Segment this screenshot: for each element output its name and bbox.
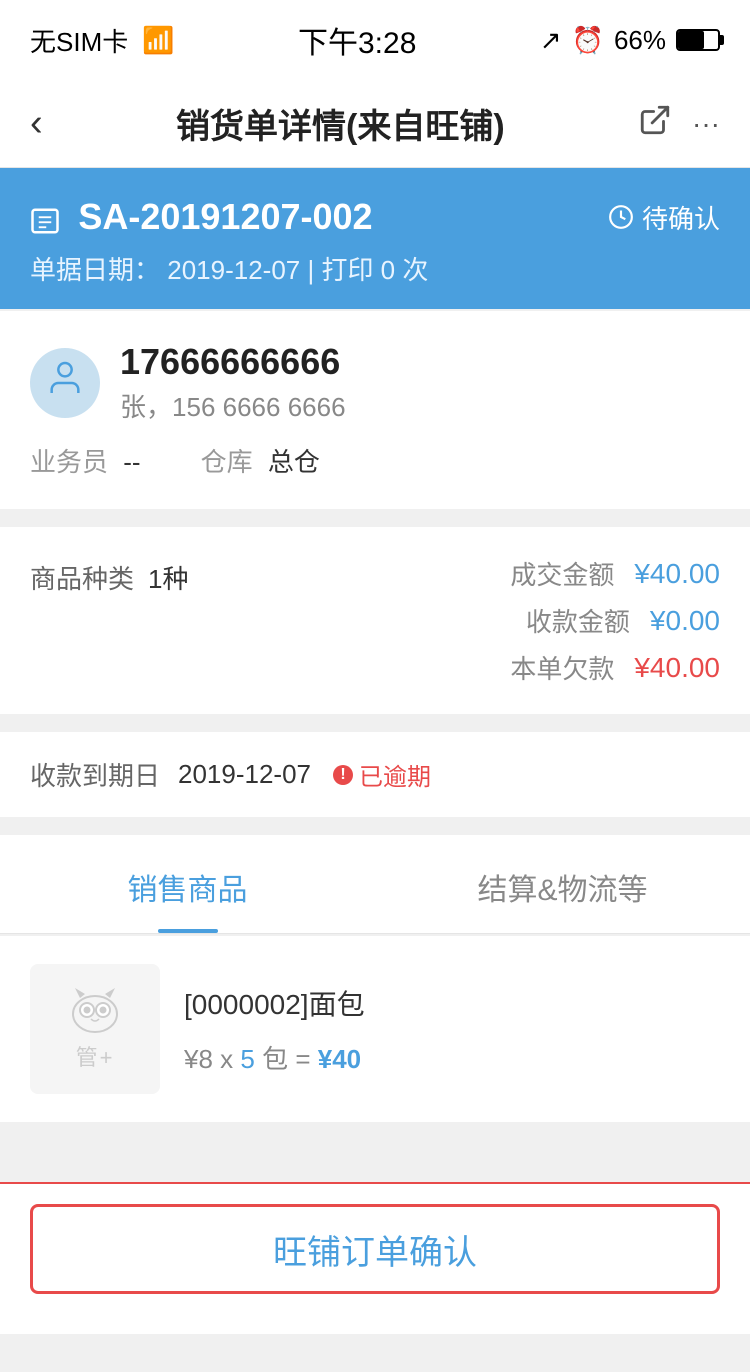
status-left: 无SIM卡 📶 — [30, 22, 175, 59]
battery-icon — [676, 29, 720, 51]
received-row: 收款金额 ¥0.00 — [526, 602, 720, 639]
customer-section: 17666666666 张，156 6666 6666 业务员 -- 仓库 总仓 — [0, 311, 750, 509]
header-card: SA-20191207-002 待确认 单据日期： 2019-12-07 | 打… — [0, 168, 750, 309]
carrier-label: 无SIM卡 — [30, 22, 128, 59]
order-number: SA-20191207-002 — [30, 196, 373, 238]
back-button[interactable]: ‹ — [30, 102, 43, 145]
customer-name-block: 17666666666 张，156 6666 6666 — [120, 341, 346, 424]
tab-underline — [158, 929, 218, 933]
product-thumb-inner: 管+ — [65, 986, 125, 1072]
order-date: 单据日期： 2019-12-07 | 打印 0 次 — [30, 250, 720, 287]
nav-actions: ··· — [638, 103, 720, 145]
bottom-bar: 旺铺订单确认 — [0, 1182, 750, 1334]
nav-bar: ‹ 销货单详情(来自旺铺) ··· — [0, 80, 750, 168]
product-section: 管+ [0000002]面包 ¥8 x 5 包 = ¥40 — [0, 936, 750, 1122]
wifi-icon: 📶 — [142, 25, 174, 56]
overdue-badge: ! 已逾期 — [333, 757, 431, 792]
avatar — [30, 348, 100, 418]
overdue-icon: ! — [333, 765, 353, 785]
confirm-order-button[interactable]: 旺铺订单确认 — [30, 1204, 720, 1294]
status-right: ↗ ⏰ 66% — [540, 25, 720, 56]
tab-products[interactable]: 销售商品 — [0, 835, 375, 933]
tab-settlement[interactable]: 结算&物流等 — [375, 835, 750, 933]
header-card-top: SA-20191207-002 待确认 — [30, 196, 720, 238]
avatar-icon — [45, 358, 85, 408]
product-qty: 5 — [240, 1044, 254, 1074]
arrears-row: 本单欠款 ¥40.00 — [510, 649, 720, 686]
status-text: 待确认 — [642, 199, 720, 236]
customer-meta: 业务员 -- 仓库 总仓 — [30, 442, 720, 479]
share-icon[interactable] — [638, 103, 672, 145]
product-type: 商品种类 1种 — [30, 559, 188, 596]
status-bar: 无SIM卡 📶 下午3:28 ↗ ⏰ 66% — [0, 0, 750, 80]
due-section: 收款到期日 2019-12-07 ! 已逾期 — [0, 732, 750, 817]
page-title: 销货单详情(来自旺铺) — [176, 99, 505, 148]
customer-phone: 17666666666 — [120, 341, 346, 383]
warehouse-meta: 仓库 总仓 — [201, 442, 320, 479]
due-date: 2019-12-07 — [178, 759, 311, 790]
product-total: ¥40 — [318, 1044, 361, 1074]
product-item: 管+ [0000002]面包 ¥8 x 5 包 = ¥40 — [0, 936, 750, 1122]
location-icon: ↗ — [540, 25, 562, 56]
product-name: [0000002]面包 — [184, 983, 720, 1023]
transaction-row: 成交金额 ¥40.00 — [510, 555, 720, 592]
alarm-icon: ⏰ — [572, 25, 604, 56]
due-label: 收款到期日 — [30, 756, 160, 793]
customer-sub-info: 张，156 6666 6666 — [120, 387, 346, 424]
battery-label: 66% — [614, 25, 666, 56]
more-button[interactable]: ··· — [692, 108, 720, 140]
product-info: [0000002]面包 ¥8 x 5 包 = ¥40 — [184, 983, 720, 1076]
salesman-meta: 业务员 -- — [30, 442, 141, 479]
amount-summary: 成交金额 ¥40.00 收款金额 ¥0.00 本单欠款 ¥40.00 — [510, 555, 720, 686]
summary-section: 商品种类 1种 成交金额 ¥40.00 收款金额 ¥0.00 本单欠款 ¥40.… — [0, 527, 750, 714]
status-time: 下午3:28 — [298, 18, 416, 62]
product-price: ¥8 x 5 包 = ¥40 — [184, 1039, 720, 1076]
customer-top: 17666666666 张，156 6666 6666 — [30, 341, 720, 424]
overdue-text: 已逾期 — [359, 757, 431, 792]
tabs-section: 销售商品 结算&物流等 — [0, 835, 750, 934]
product-thumbnail: 管+ — [30, 964, 160, 1094]
order-status: 待确认 — [608, 199, 720, 236]
